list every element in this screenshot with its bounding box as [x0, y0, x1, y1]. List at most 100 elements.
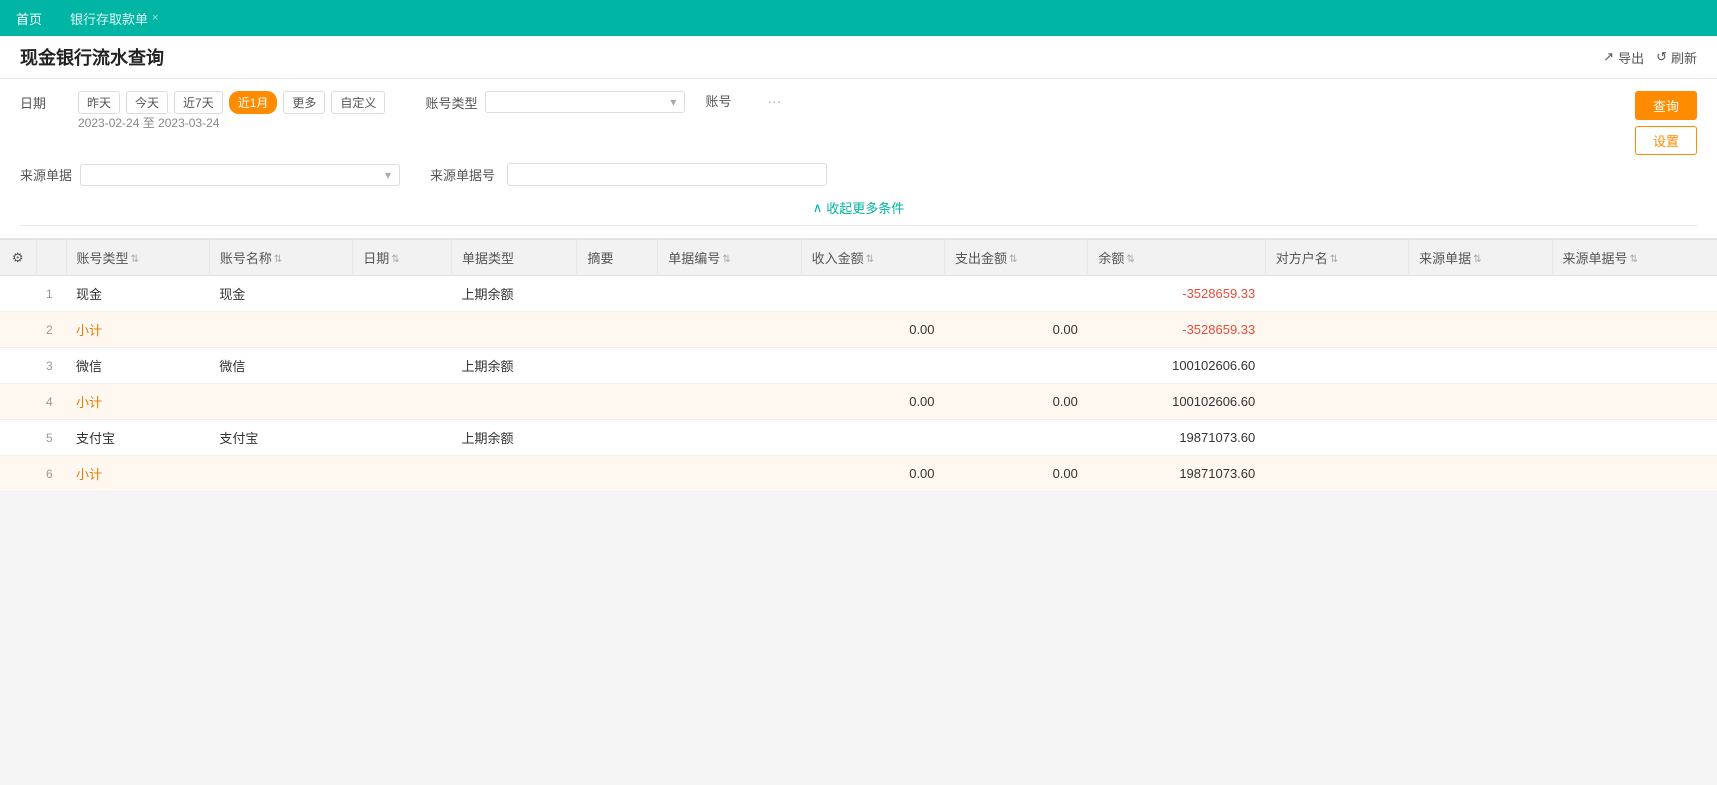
account-type-select[interactable]: ▾: [485, 91, 685, 113]
source-doc-no-input[interactable]: [507, 163, 827, 186]
page-header: 现金银行流水查询 ↗ 导出 ↺ 刷新: [0, 36, 1717, 79]
page-title: 现金银行流水查询: [20, 44, 164, 70]
td-balance: 19871073.60: [1088, 456, 1265, 492]
td-account_name: [209, 312, 352, 348]
gear-icon[interactable]: ⚙: [12, 250, 24, 265]
th-expense[interactable]: 支出金额⇅: [945, 240, 1088, 276]
td-expense: [945, 420, 1088, 456]
tab-close-icon[interactable]: ×: [152, 12, 158, 24]
header-actions: ↗ 导出 ↺ 刷新: [1603, 48, 1697, 67]
table-row: 1现金现金上期余额-3528659.33: [0, 276, 1717, 312]
nav-tab-4[interactable]: 银行存取款单×: [58, 0, 196, 36]
th-income[interactable]: 收入金额⇅: [801, 240, 944, 276]
td-doc_type: 上期余额: [451, 276, 577, 312]
th-source_doc[interactable]: 来源单据⇅: [1409, 240, 1552, 276]
td-gear: [0, 456, 36, 492]
td-index: 5: [36, 420, 66, 456]
td-date: [353, 384, 452, 420]
th-account_type[interactable]: 账号类型⇅: [66, 240, 209, 276]
td-source_doc: [1409, 420, 1552, 456]
td-summary: [577, 420, 658, 456]
td-source_doc: [1409, 384, 1552, 420]
refresh-label: 刷新: [1671, 48, 1697, 67]
nav-tabs: 收款单×付款单×其他收入单×应收应付调整单×银行存取款单×预收冲应收单×收款核销…: [58, 0, 196, 36]
th-index: [36, 240, 66, 276]
sort-icon: ⇅: [274, 254, 282, 265]
table-row: 4小计0.000.00100102606.60: [0, 384, 1717, 420]
td-source_doc_no: [1552, 420, 1717, 456]
td-counterparty: [1265, 312, 1408, 348]
th-date[interactable]: 日期⇅: [353, 240, 452, 276]
th-balance[interactable]: 余额⇅: [1088, 240, 1265, 276]
td-account_name: 微信: [209, 348, 352, 384]
export-label: 导出: [1618, 48, 1644, 67]
export-button[interactable]: ↗ 导出: [1603, 48, 1644, 67]
td-source_doc_no: [1552, 456, 1717, 492]
td-date: [353, 312, 452, 348]
date-btn-2[interactable]: 近7天: [174, 91, 223, 114]
td-index: 1: [36, 276, 66, 312]
td-doc_no: [658, 420, 801, 456]
td-date: [353, 456, 452, 492]
date-buttons: 昨天今天近7天近1月更多自定义: [78, 91, 385, 114]
td-gear: [0, 420, 36, 456]
td-gear: [0, 348, 36, 384]
td-account_name: [209, 456, 352, 492]
th-gear: ⚙: [0, 240, 36, 276]
nav-home[interactable]: 首页: [0, 0, 58, 36]
td-balance: 100102606.60: [1088, 384, 1265, 420]
date-btn-5[interactable]: 自定义: [331, 91, 385, 114]
td-income: [801, 276, 944, 312]
td-summary: [577, 312, 658, 348]
td-summary: [577, 384, 658, 420]
td-source_doc_no: [1552, 384, 1717, 420]
td-account_name: [209, 384, 352, 420]
table-row: 6小计0.000.0019871073.60: [0, 456, 1717, 492]
td-doc_type: [451, 312, 577, 348]
td-doc_type: 上期余额: [451, 420, 577, 456]
td-source_doc_no: [1552, 276, 1717, 312]
td-index: 2: [36, 312, 66, 348]
td-index: 3: [36, 348, 66, 384]
td-account_type: 微信: [66, 348, 209, 384]
th-summary: 摘要: [577, 240, 658, 276]
sort-icon: ⇅: [1126, 254, 1134, 265]
sort-icon: ⇅: [1473, 254, 1481, 265]
source-doc-select[interactable]: ▾: [80, 164, 400, 186]
td-source_doc_no: [1552, 348, 1717, 384]
td-balance: 100102606.60: [1088, 348, 1265, 384]
th-source_doc_no[interactable]: 来源单据号⇅: [1552, 240, 1717, 276]
th-doc_type: 单据类型: [451, 240, 577, 276]
sort-icon: ⇅: [866, 254, 874, 265]
td-summary: [577, 276, 658, 312]
td-expense: 0.00: [945, 384, 1088, 420]
th-doc_no[interactable]: 单据编号⇅: [658, 240, 801, 276]
td-source_doc: [1409, 276, 1552, 312]
td-doc_type: [451, 384, 577, 420]
td-date: [353, 276, 452, 312]
date-btn-4[interactable]: 更多: [283, 91, 325, 114]
sort-icon: ⇅: [722, 254, 730, 265]
td-income: [801, 348, 944, 384]
th-account_name[interactable]: 账号名称⇅: [209, 240, 352, 276]
td-index: 4: [36, 384, 66, 420]
setting-button[interactable]: 设置: [1635, 126, 1697, 155]
td-source_doc: [1409, 348, 1552, 384]
refresh-button[interactable]: ↺ 刷新: [1656, 48, 1697, 67]
query-button[interactable]: 查询: [1635, 91, 1697, 120]
sort-icon: ⇅: [131, 254, 139, 265]
sort-icon: ⇅: [391, 254, 399, 265]
td-income: [801, 420, 944, 456]
table-header: ⚙ 账号类型⇅账号名称⇅日期⇅单据类型摘要单据编号⇅收入金额⇅支出金额⇅余额⇅对方…: [0, 240, 1717, 276]
td-date: [353, 420, 452, 456]
th-counterparty[interactable]: 对方户名⇅: [1265, 240, 1408, 276]
td-account_type: 现金: [66, 276, 209, 312]
date-btn-3[interactable]: 近1月: [229, 91, 278, 114]
refresh-icon: ↺: [1656, 49, 1667, 65]
sort-icon: ⇅: [1009, 254, 1017, 265]
date-btn-0[interactable]: 昨天: [78, 91, 120, 114]
collapse-bar[interactable]: ∧ 收起更多条件: [20, 192, 1697, 226]
td-source_doc: [1409, 312, 1552, 348]
account-label: 账号: [705, 91, 755, 110]
date-btn-1[interactable]: 今天: [126, 91, 168, 114]
